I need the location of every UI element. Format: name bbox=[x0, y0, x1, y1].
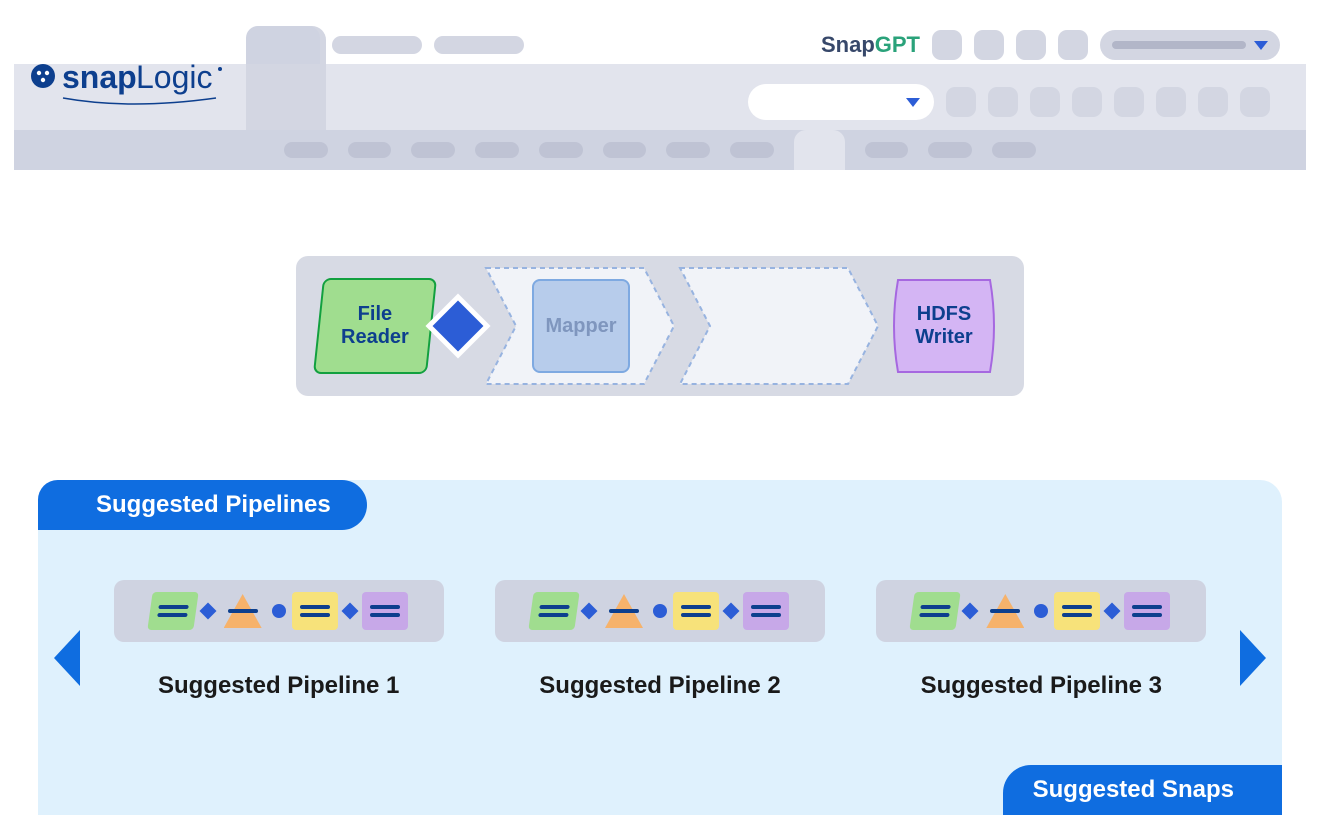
toolbar-item[interactable] bbox=[284, 142, 328, 158]
toolbar-button[interactable] bbox=[1240, 87, 1270, 117]
tab-placeholder[interactable] bbox=[332, 36, 422, 54]
suggested-pipeline-name: Suggested Pipeline 1 bbox=[158, 672, 399, 700]
mini-pipeline-icon bbox=[495, 580, 825, 642]
suggested-pipeline-card[interactable]: Suggested Pipeline 1 bbox=[108, 580, 449, 700]
prev-arrow-icon[interactable] bbox=[54, 630, 80, 686]
snap-mapper-slot[interactable]: Mapper bbox=[484, 266, 678, 386]
mini-pipeline-icon bbox=[876, 580, 1206, 642]
suggested-pipeline-name: Suggested Pipeline 3 bbox=[921, 672, 1162, 700]
suggested-pipelines-panel: Suggested Pipelines Suggested Pipeline 1 bbox=[38, 480, 1282, 815]
toolbar-item[interactable] bbox=[475, 142, 519, 158]
svg-text:snap: snap bbox=[62, 59, 137, 95]
toolbar-item[interactable] bbox=[992, 142, 1036, 158]
tabs-row: SnapGPT bbox=[246, 26, 1280, 64]
toolbar-row bbox=[14, 130, 1306, 170]
diamond-connector-icon[interactable] bbox=[433, 301, 484, 352]
next-arrow-icon[interactable] bbox=[1240, 630, 1266, 686]
empty-snap-slot[interactable] bbox=[678, 266, 882, 386]
suggested-pipeline-card[interactable]: Suggested Pipeline 3 bbox=[871, 580, 1212, 700]
toolbar-button[interactable] bbox=[988, 87, 1018, 117]
toolbar-button[interactable] bbox=[1114, 87, 1144, 117]
snap-mapper[interactable]: Mapper bbox=[532, 279, 630, 373]
toolbar-button[interactable] bbox=[1058, 30, 1088, 60]
toolbar-button[interactable] bbox=[974, 30, 1004, 60]
app-header: snap Logic SnapGPT bbox=[0, 0, 1320, 170]
secondary-toolbar bbox=[748, 84, 1290, 120]
toolbar-item[interactable] bbox=[666, 142, 710, 158]
snapgpt-label: SnapGPT bbox=[821, 32, 920, 58]
toolbar-button[interactable] bbox=[1016, 30, 1046, 60]
tab-placeholder[interactable] bbox=[434, 36, 524, 54]
pipeline-row: FileReader Mapper HDFSWri bbox=[296, 256, 1024, 396]
toolbar-button[interactable] bbox=[932, 30, 962, 60]
toolbar-item[interactable] bbox=[730, 142, 774, 158]
snap-label: Mapper bbox=[545, 315, 616, 338]
suggested-snaps-tab[interactable]: Suggested Snaps bbox=[1003, 765, 1282, 815]
suggested-pipeline-card[interactable]: Suggested Pipeline 2 bbox=[489, 580, 830, 700]
tab[interactable] bbox=[246, 26, 320, 64]
toolbar-button[interactable] bbox=[1072, 87, 1102, 117]
toolbar-item-active[interactable] bbox=[794, 130, 845, 170]
suggested-pipelines-header: Suggested Pipelines bbox=[38, 480, 367, 530]
suggested-pipeline-name: Suggested Pipeline 2 bbox=[539, 672, 780, 700]
toolbar-item[interactable] bbox=[928, 142, 972, 158]
toolbar-item[interactable] bbox=[539, 142, 583, 158]
toolbar-item[interactable] bbox=[348, 142, 392, 158]
mini-pipeline-icon bbox=[114, 580, 444, 642]
toolbar-button[interactable] bbox=[946, 87, 976, 117]
snap-hdfs-writer[interactable]: HDFSWriter bbox=[890, 278, 998, 374]
dropdown[interactable] bbox=[748, 84, 934, 120]
toolbar-button[interactable] bbox=[1030, 87, 1060, 117]
chevron-down-icon bbox=[906, 98, 920, 107]
toolbar-item[interactable] bbox=[411, 142, 455, 158]
snaplogic-logo: snap Logic bbox=[30, 58, 236, 112]
top-dropdown[interactable] bbox=[1100, 30, 1280, 60]
snap-file-reader[interactable]: FileReader bbox=[313, 278, 437, 374]
chevron-down-icon bbox=[1254, 41, 1268, 50]
svg-text:Logic: Logic bbox=[136, 59, 213, 95]
toolbar-button[interactable] bbox=[1198, 87, 1228, 117]
pipeline-canvas: FileReader Mapper HDFSWri bbox=[0, 170, 1320, 480]
toolbar-button[interactable] bbox=[1156, 87, 1186, 117]
toolbar-item[interactable] bbox=[603, 142, 647, 158]
suggested-pipelines-list: Suggested Pipeline 1 Suggested Pipeline … bbox=[108, 580, 1212, 700]
toolbar-item[interactable] bbox=[865, 142, 909, 158]
